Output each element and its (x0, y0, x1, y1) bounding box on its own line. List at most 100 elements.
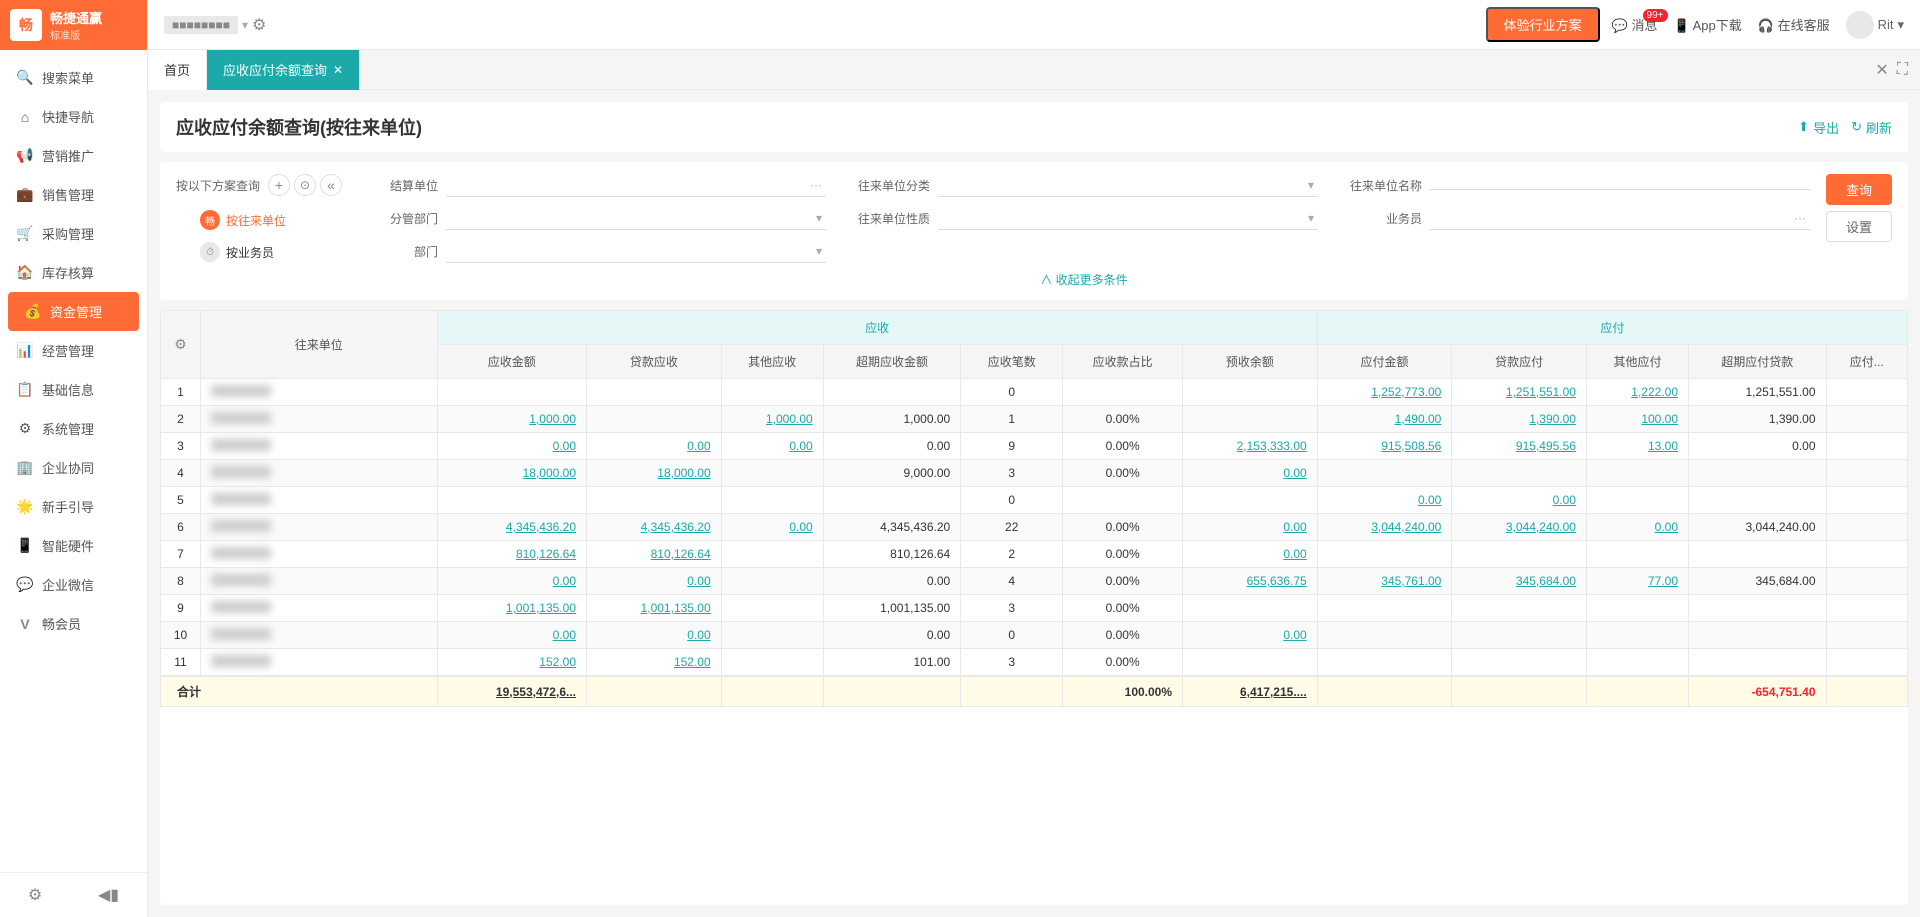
filter-circle-button[interactable]: ⊙ (294, 174, 316, 196)
sidebar-item-guide[interactable]: 🌟 新手引导 (0, 487, 147, 526)
sidebar-item-sales[interactable]: 💼 销售管理 (0, 175, 147, 214)
breadcrumb-path: ■■■■■■■■ (164, 16, 238, 34)
settings-icon[interactable]: ⚙ (28, 885, 42, 905)
sidebar-item-label: 资金管理 (50, 302, 102, 321)
page-header: 应收应付余额查询(按往来单位) ⬆ 导出 ↻ 刷新 (160, 102, 1908, 152)
purchase-icon: 🛒 (16, 225, 34, 243)
promo-button[interactable]: 体验行业方案 (1486, 7, 1600, 42)
th-advance-balance: 预收余额 (1183, 345, 1318, 379)
sidebar-item-quicknav[interactable]: ⌂ 快捷导航 (0, 97, 147, 136)
settlement-label: 结算单位 (358, 177, 438, 194)
tab-home[interactable]: 首页 (148, 50, 207, 90)
filter-salesperson: 业务员 ··· (1342, 207, 1810, 230)
th-settings[interactable]: ⚙ (161, 311, 201, 379)
table-row: 3■■■■■■0.000.000.000.0090.00%2,153,333.0… (161, 433, 1908, 460)
expand-icon[interactable]: ⛶ (1897, 61, 1908, 79)
sidebar-item-operations[interactable]: 📊 经营管理 (0, 331, 147, 370)
sidebar-item-label: 系统管理 (42, 419, 94, 438)
table-row: 4■■■■■■18,000.0018,000.009,000.0030.00%0… (161, 460, 1908, 487)
sidebar-item-label: 营销推广 (42, 146, 94, 165)
chevron-user-icon: ▾ (1897, 17, 1904, 33)
th-receivable-group: 应收 (437, 311, 1317, 345)
sidebar-item-member[interactable]: V 畅会员 (0, 604, 147, 643)
sidebar-item-smart[interactable]: 📱 智能硬件 (0, 526, 147, 565)
sidebar-item-label: 搜索菜单 (42, 68, 94, 87)
filter-area: 按以下方案查询 + ⊙ « 畅 按往来单位 ⏱ (160, 162, 1908, 300)
sidebar-item-wechat[interactable]: 💬 企业微信 (0, 565, 147, 604)
settings-button[interactable]: 设置 (1826, 211, 1892, 242)
marketing-icon: 📢 (16, 147, 34, 165)
dept2-chevron[interactable]: ▾ (816, 244, 822, 258)
tab-balance-query[interactable]: 应收应付余额查询 ✕ (207, 50, 360, 90)
th-payable-cont: 应付... (1826, 345, 1907, 379)
chevron-down-icon[interactable]: ▾ (242, 18, 248, 32)
dept-chevron[interactable]: ▾ (816, 211, 822, 225)
sidebar-item-fund[interactable]: 💰 资金管理 (8, 292, 139, 331)
guide-icon: 🌟 (16, 498, 34, 516)
filter-unit-name: 往来单位名称 (1342, 174, 1810, 197)
settlement-dots[interactable]: ··· (810, 178, 822, 192)
table-row: 11■■■■■■152.00152.00101.0030.00% (161, 649, 1908, 677)
messages-area[interactable]: 💬 消息 99+ (1612, 15, 1658, 34)
footer-overdue-payable: -654,751.40 (1689, 676, 1827, 707)
content-area: 应收应付余额查询(按往来单位) ⬆ 导出 ↻ 刷新 按以下方案查询 (148, 90, 1920, 917)
filter-by-unit-label: 按往来单位 (226, 212, 286, 229)
query-button[interactable]: 查询 (1826, 174, 1892, 205)
th-receivable-count: 应收笔数 (961, 345, 1063, 379)
unit-nature-chevron[interactable]: ▾ (1308, 211, 1314, 225)
sidebar-item-system[interactable]: ⚙ 系统管理 (0, 409, 147, 448)
table-row: 7■■■■■■810,126.64810,126.64810,126.6420.… (161, 541, 1908, 568)
wechat-icon: 💬 (16, 576, 34, 594)
sidebar-item-label: 企业协同 (42, 458, 94, 477)
export-button[interactable]: ⬆ 导出 (1798, 118, 1839, 137)
collapse-icon[interactable]: ◀▮ (98, 885, 119, 905)
filter-more: ∧ 收起更多条件 (358, 271, 1810, 288)
filter-back-button[interactable]: « (320, 174, 342, 196)
filter-by-staff-label: 按业务员 (226, 244, 274, 261)
table-wrapper[interactable]: ⚙ 往来单位 应收 应付 应收金额 贷款应收 其他应收 超期应收金额 应收笔数 … (160, 310, 1908, 905)
sidebar-item-label: 新手引导 (42, 497, 94, 516)
sidebar-item-basic[interactable]: 📋 基础信息 (0, 370, 147, 409)
sidebar-item-purchase[interactable]: 🛒 采购管理 (0, 214, 147, 253)
filter-option-by-unit[interactable]: 畅 按往来单位 (192, 206, 342, 234)
th-overdue-payable: 超期应付贷款 (1689, 345, 1827, 379)
table-row: 2■■■■■■1,000.001,000.001,000.0010.00%1,4… (161, 406, 1908, 433)
filter-right: 结算单位 ··· 往来单位分类 ▾ 往来单位名称 (358, 174, 1810, 288)
tab-close-icon[interactable]: ✕ (333, 63, 343, 77)
filter-unit-nature: 往来单位性质 ▾ (850, 207, 1318, 230)
export-label: 导出 (1813, 118, 1839, 137)
footer-advance-balance[interactable]: 6,417,215.... (1183, 676, 1318, 707)
unit-category-chevron[interactable]: ▾ (1308, 178, 1314, 192)
refresh-button[interactable]: ↻ 刷新 (1851, 118, 1892, 137)
search-icon: 🔍 (16, 69, 34, 87)
system-icon: ⚙ (16, 420, 34, 438)
sidebar-item-label: 销售管理 (42, 185, 94, 204)
tab-balance-label: 应收应付余额查询 (223, 60, 327, 79)
operations-icon: 📊 (16, 342, 34, 360)
sidebar-item-enterprise[interactable]: 🏢 企业协同 (0, 448, 147, 487)
table-row: 8P0.000.000.0040.00%655,636.75345,761.00… (161, 568, 1908, 595)
sidebar-item-label: 采购管理 (42, 224, 94, 243)
sidebar-item-inventory[interactable]: 🏠 库存核算 (0, 253, 147, 292)
sidebar-item-marketing[interactable]: 📢 营销推广 (0, 136, 147, 175)
header-actions: 💬 消息 99+ 📱 App下载 🎧 在线客服 Rit ▾ (1612, 11, 1904, 39)
filter-options: 畅 按往来单位 ⏱ 按业务员 (192, 206, 342, 266)
filter-option-by-staff[interactable]: ⏱ 按业务员 (192, 238, 342, 266)
th-loan-receivable: 贷款应收 (587, 345, 722, 379)
close-window-icon[interactable]: ✕ (1875, 60, 1888, 80)
query-buttons: 查询 设置 (1826, 174, 1892, 242)
filter-add-button[interactable]: + (268, 174, 290, 196)
sidebar-item-search[interactable]: 🔍 搜索菜单 (0, 58, 147, 97)
sidebar-item-label: 智能硬件 (42, 536, 94, 555)
collapse-label: 收起更多条件 (1056, 273, 1128, 287)
app-download[interactable]: 📱 App下载 (1674, 15, 1742, 34)
footer-receivable-amount[interactable]: 19,553,472,6... (437, 676, 586, 707)
breadcrumb: ■■■■■■■■ ▾ ⚙ (164, 15, 266, 35)
footer-empty2 (721, 676, 823, 707)
online-service[interactable]: 🎧 在线客服 (1758, 15, 1830, 34)
enterprise-icon: 🏢 (16, 459, 34, 477)
collapse-button[interactable]: ∧ 收起更多条件 (1040, 273, 1127, 287)
gear-header-icon[interactable]: ⚙ (252, 15, 266, 35)
user-name: Rit (1878, 17, 1894, 32)
salesperson-dots[interactable]: ··· (1794, 211, 1806, 225)
